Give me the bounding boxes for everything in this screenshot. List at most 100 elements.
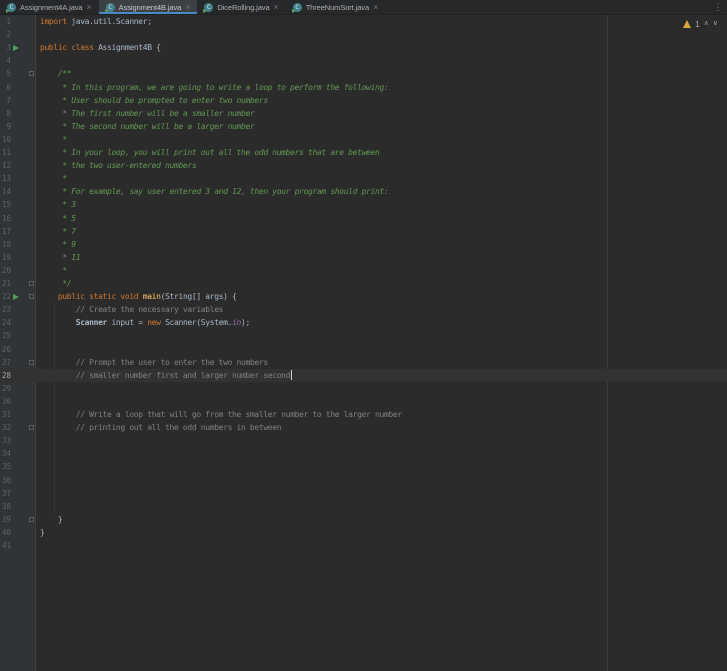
code-line[interactable]: 14 * For example, say user entered 3 and… <box>0 185 727 198</box>
close-icon[interactable] <box>87 3 92 12</box>
tab-dicerolling[interactable]: DiceRolling.java <box>197 0 285 14</box>
code-segment: // Write a loop that will go from the sm… <box>40 410 402 419</box>
fold-marker-icon[interactable] <box>29 360 34 365</box>
close-icon[interactable] <box>185 3 190 12</box>
line-number: 5 <box>0 67 11 80</box>
code-line[interactable]: 18 * 9 <box>0 238 727 251</box>
code-text: import java.util.Scanner; <box>40 15 152 28</box>
code-text: } <box>40 513 62 526</box>
code-line[interactable]: 13 * <box>0 172 727 185</box>
code-line[interactable]: 8 * The first number will be a smaller n… <box>0 107 727 120</box>
code-line[interactable]: 30 <box>0 395 727 408</box>
code-line[interactable]: 22 public static void main(String[] args… <box>0 290 727 303</box>
ide-window: Assignment4A.java Assignment4B.java Dice… <box>0 0 727 671</box>
code-line[interactable]: 5 /** <box>0 67 727 80</box>
code-line[interactable]: 2 <box>0 28 727 41</box>
code-line[interactable]: 28 // smaller number first and larger nu… <box>0 369 727 382</box>
code-segment: * 7 <box>40 227 76 236</box>
code-text: * 3 <box>40 198 76 211</box>
code-segment: (String[] args) { <box>161 292 237 301</box>
code-line[interactable]: 23 // Create the necessary variables <box>0 303 727 316</box>
line-number: 30 <box>0 395 11 408</box>
fold-marker-icon[interactable] <box>29 294 34 299</box>
tab-overflow-menu-icon[interactable] <box>712 1 724 14</box>
tab-assignment4b[interactable]: Assignment4B.java <box>99 0 198 14</box>
code-segment: * 3 <box>40 200 76 209</box>
tab-label: Assignment4A.java <box>20 3 83 12</box>
code-line[interactable]: 36 <box>0 474 727 487</box>
code-line[interactable]: 40} <box>0 526 727 539</box>
line-number: 22 <box>0 290 11 303</box>
code-line[interactable]: 34 <box>0 447 727 460</box>
code-editor[interactable]: 1import java.util.Scanner;23public class… <box>0 15 727 671</box>
code-text: * 7 <box>40 225 76 238</box>
line-number: 23 <box>0 303 11 316</box>
code-line[interactable]: 37 <box>0 487 727 500</box>
code-line[interactable]: 21 */ <box>0 277 727 290</box>
code-line[interactable]: 17 * 7 <box>0 225 727 238</box>
code-segment: public static void <box>58 292 143 301</box>
code-line[interactable]: 39 } <box>0 513 727 526</box>
line-number: 17 <box>0 225 11 238</box>
fold-marker-icon[interactable] <box>29 71 34 76</box>
code-line[interactable]: 1 import java.util.Scanner; <box>0 15 727 28</box>
line-number: 28 <box>0 369 11 382</box>
code-line[interactable]: 33 <box>0 434 727 447</box>
code-line[interactable]: 9 * The second number will be a larger n… <box>0 120 727 133</box>
code-segment: Scanner(System. <box>165 318 232 327</box>
close-icon[interactable] <box>373 3 378 12</box>
next-problem-icon[interactable] <box>713 19 718 29</box>
editor-tab-bar: Assignment4A.java Assignment4B.java Dice… <box>0 0 727 15</box>
code-line[interactable]: 3 public class Assignment4B { <box>0 41 727 54</box>
run-icon[interactable] <box>13 294 19 300</box>
code-line[interactable]: 4 <box>0 54 727 67</box>
code-line[interactable]: 29 <box>0 382 727 395</box>
line-number: 39 <box>0 513 11 526</box>
code-line[interactable]: 10 * <box>0 133 727 146</box>
prev-problem-icon[interactable] <box>704 19 709 29</box>
code-line[interactable]: 27 // Prompt the user to enter the two n… <box>0 356 727 369</box>
code-segment: import <box>40 17 71 26</box>
tab-threenumsort[interactable]: ThreeNumSort.java <box>286 0 385 14</box>
code-text: // smaller number first and larger numbe… <box>40 369 292 382</box>
warning-count: 1 <box>695 20 699 29</box>
code-text: * The second number will be a larger num… <box>40 120 254 133</box>
code-segment: * In your loop, you will print out all t… <box>40 148 379 157</box>
run-icon[interactable] <box>13 45 19 51</box>
code-segment: Scanner <box>76 318 107 327</box>
code-line[interactable]: 20 * <box>0 264 727 277</box>
fold-marker-icon[interactable] <box>29 425 34 430</box>
code-segment: } <box>40 515 62 524</box>
code-segment: * <box>40 266 67 275</box>
code-line[interactable]: 24 Scanner input = new Scanner(System.in… <box>0 316 727 329</box>
line-number: 31 <box>0 408 11 421</box>
code-line[interactable]: 6 * In this program, we are going to wri… <box>0 81 727 94</box>
code-line[interactable]: 15 * 3 <box>0 198 727 211</box>
code-text: public static void main(String[] args) { <box>40 290 237 303</box>
tab-assignment4a[interactable]: Assignment4A.java <box>0 0 99 14</box>
code-line[interactable]: 35 <box>0 460 727 473</box>
line-number: 3 <box>0 41 11 54</box>
code-line[interactable]: 31 // Write a loop that will go from the… <box>0 408 727 421</box>
code-line[interactable]: 12 * the two user-entered numbers <box>0 159 727 172</box>
fold-marker-icon[interactable] <box>29 517 34 522</box>
code-line[interactable]: 38 <box>0 500 727 513</box>
code-line[interactable]: 32 // printing out all the odd numbers i… <box>0 421 727 434</box>
code-segment: * For example, say user entered 3 and 12… <box>40 187 388 196</box>
code-line[interactable]: 19 * 11 <box>0 251 727 264</box>
code-line[interactable]: 11 * In your loop, you will print out al… <box>0 146 727 159</box>
code-text: /** <box>40 67 71 80</box>
code-text: // printing out all the odd numbers in b… <box>40 421 281 434</box>
code-line[interactable]: 41 <box>0 539 727 552</box>
code-line[interactable]: 26 <box>0 343 727 356</box>
close-icon[interactable] <box>274 3 279 12</box>
code-line[interactable]: 16 * 5 <box>0 212 727 225</box>
code-segment: * <box>40 135 67 144</box>
code-line[interactable]: 7 * User should be prompted to enter two… <box>0 94 727 107</box>
inspections-widget[interactable]: 1 <box>683 18 718 30</box>
code-segment: Assignment4B { <box>98 43 161 52</box>
code-line[interactable]: 25 <box>0 329 727 342</box>
tab-label: DiceRolling.java <box>217 3 269 12</box>
code-text: public class Assignment4B { <box>40 41 161 54</box>
fold-marker-icon[interactable] <box>29 281 34 286</box>
